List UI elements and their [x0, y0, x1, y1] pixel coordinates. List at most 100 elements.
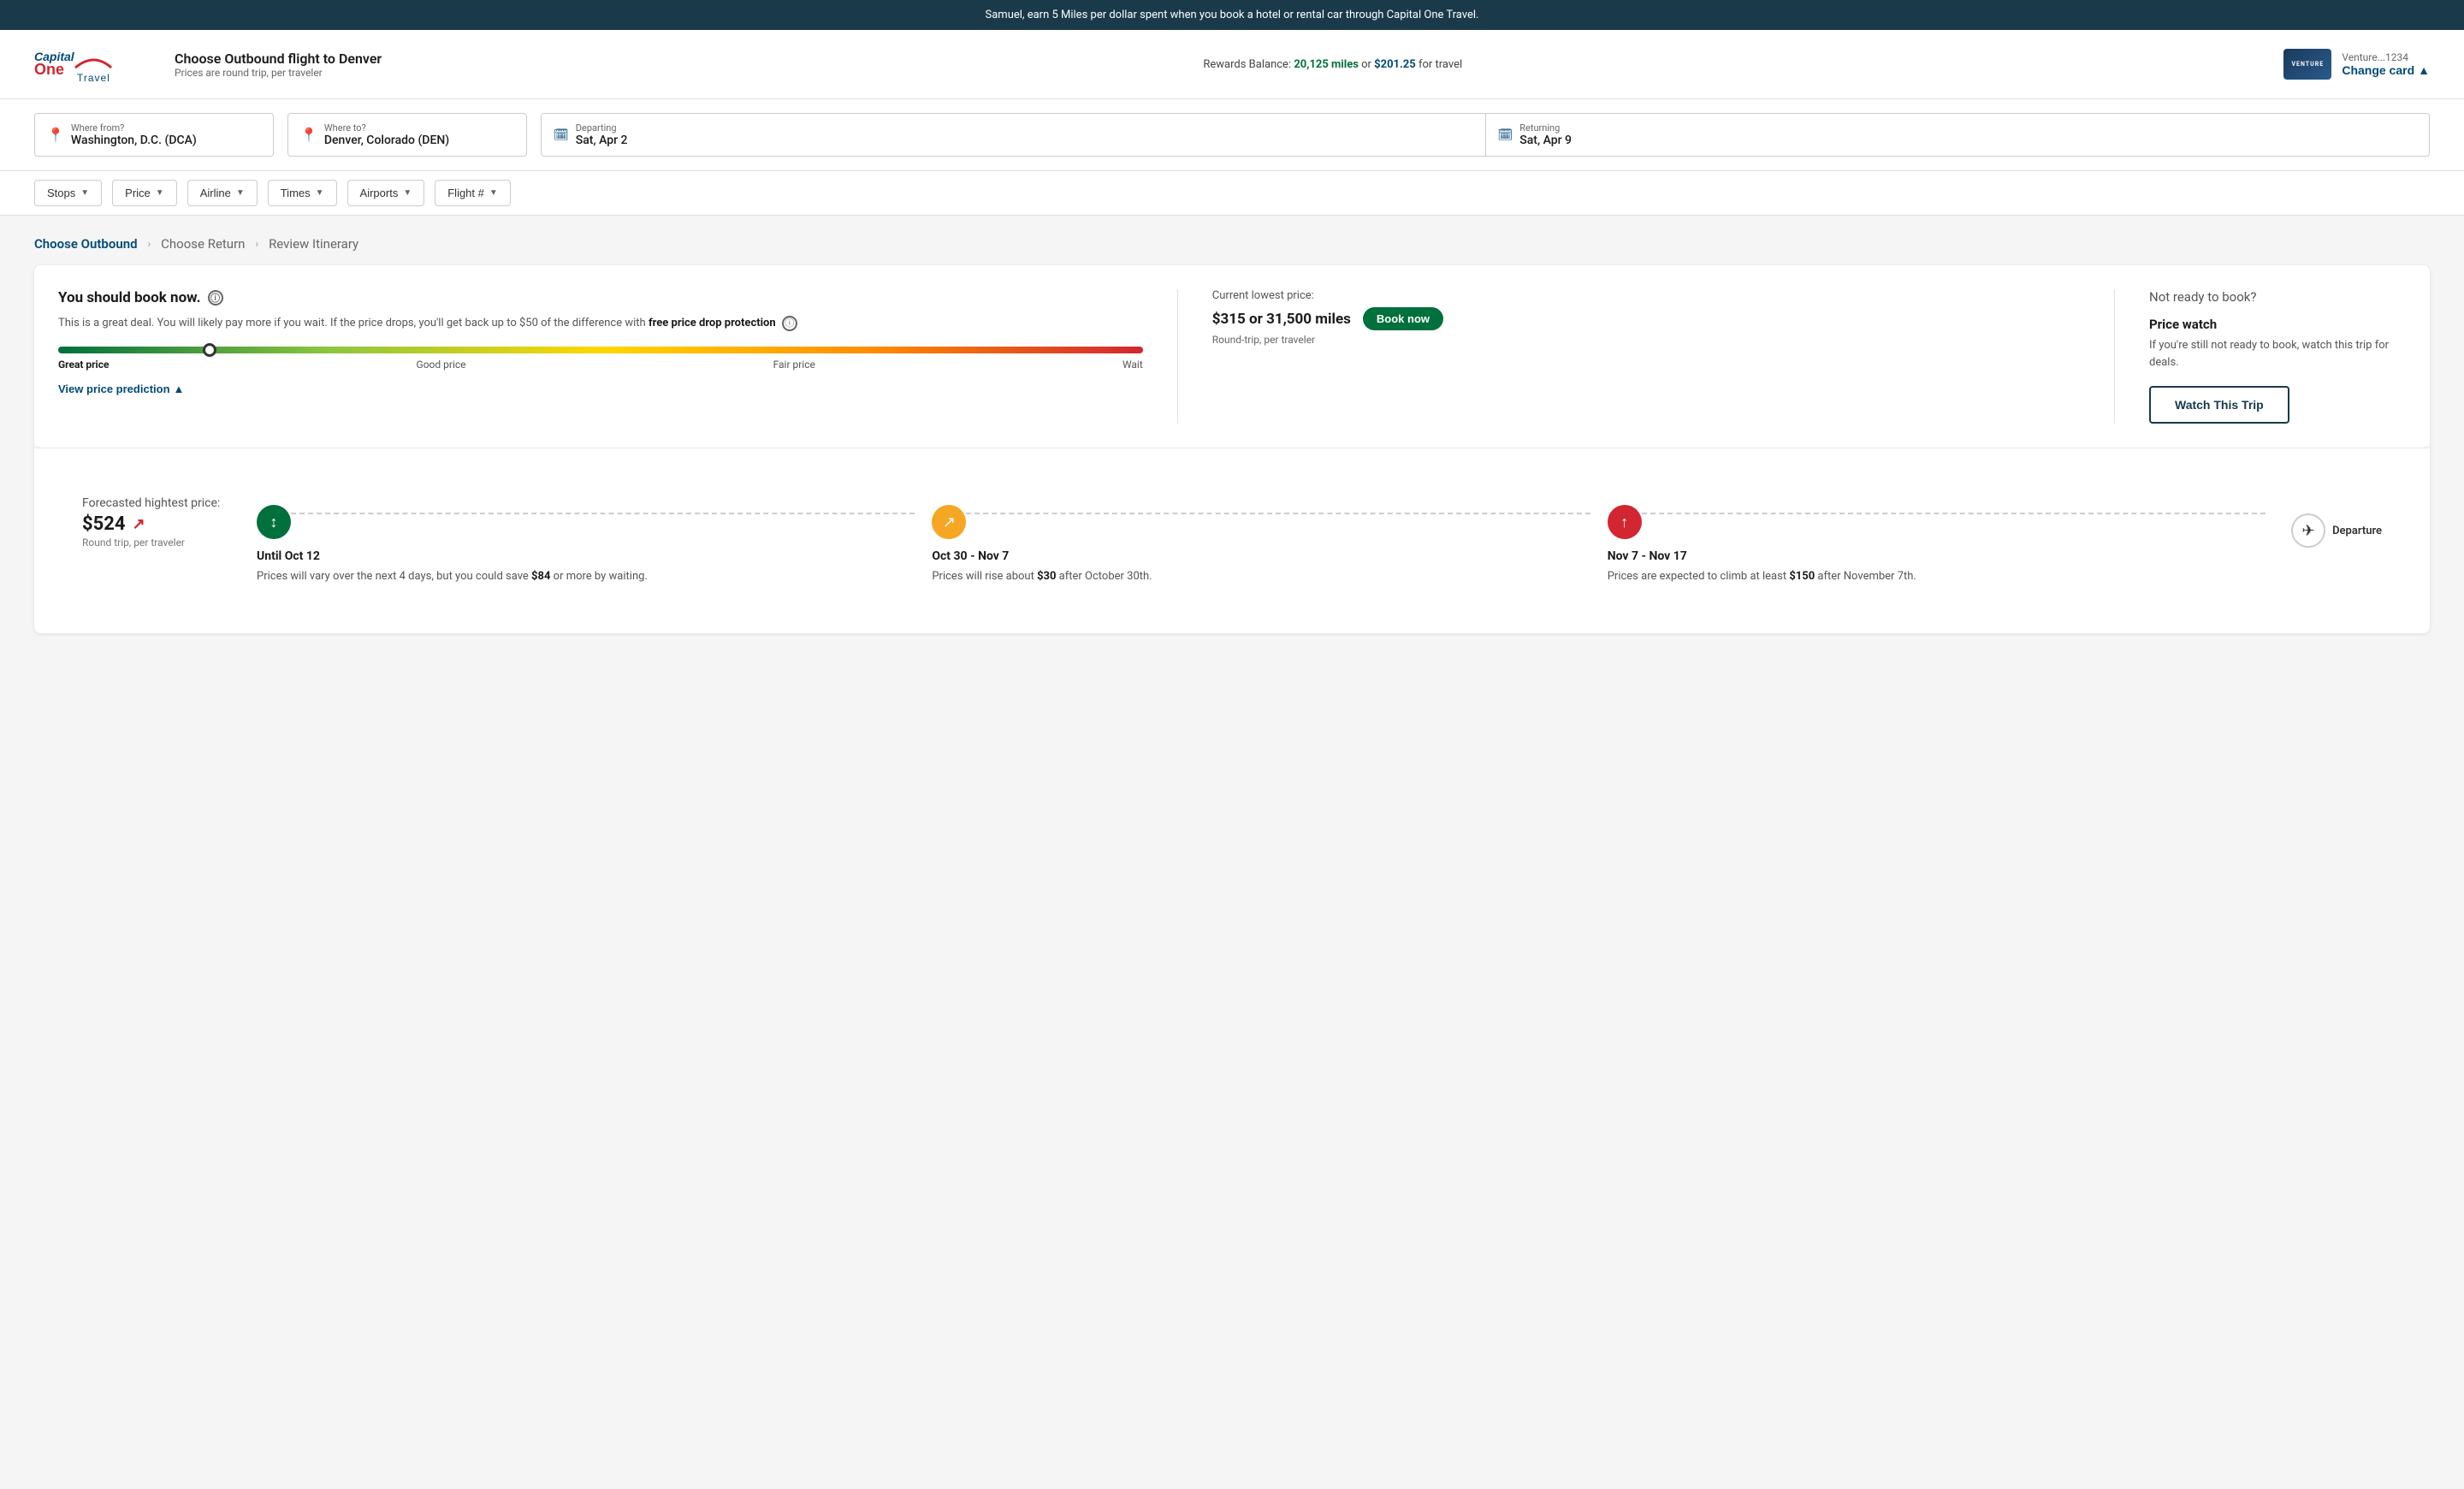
to-value: Denver, Colorado (DEN) — [324, 133, 449, 147]
from-field[interactable]: 📍 Where from? Washington, D.C. (DCA) — [34, 113, 274, 157]
page-subtitle: Prices are round trip, per traveler — [175, 67, 382, 79]
label-great: Great price — [58, 359, 109, 371]
breadcrumb-itinerary[interactable]: Review Itinerary — [269, 236, 358, 252]
round-trip-label: Round-trip, per traveler — [1212, 334, 2080, 346]
airports-filter[interactable]: Airports ▼ — [347, 180, 425, 206]
current-price-section: Current lowest price: $315 or 31,500 mil… — [1178, 289, 2115, 424]
timeline-icon-3: ↑ — [1608, 505, 1642, 539]
capital-one-logo: Capital One Travel — [34, 44, 154, 85]
card-number: Venture...1234 — [2342, 51, 2430, 63]
filter-bar: Stops ▼ Price ▼ Airline ▼ Times ▼ Airpor… — [0, 171, 2464, 216]
departing-label: Departing — [576, 122, 628, 133]
airline-filter[interactable]: Airline ▼ — [187, 180, 258, 206]
book-now-title: You should book now. ⓘ — [58, 289, 1143, 306]
rewards-label: Rewards Balance: — [1203, 58, 1294, 71]
forecast-inner: Forecasted hightest price: $524 ↗ Round … — [58, 472, 2406, 609]
timeline-period-2: Oct 30 - Nov 7 — [932, 549, 1009, 563]
search-bar: 📍 Where from? Washington, D.C. (DCA) 📍 W… — [0, 99, 2464, 171]
book-now-button[interactable]: Book now — [1363, 307, 1443, 330]
rewards-dollars: $201.25 — [1374, 58, 1416, 71]
price-watch-desc: If you're still not ready to book, watch… — [2149, 337, 2406, 371]
returning-field[interactable]: 🗓 Returning Sat, Apr 9 — [1486, 114, 2430, 156]
returning-value: Sat, Apr 9 — [1519, 133, 1572, 147]
chevron-down-icon: ▼ — [156, 188, 164, 198]
view-prediction-button[interactable]: View price prediction ▲ — [58, 383, 184, 395]
logo: Capital One Travel — [34, 44, 154, 85]
timeline-desc-3: Prices are expected to climb at least $1… — [1608, 568, 1916, 585]
forecast-section: Forecasted hightest price: $524 ↗ Round … — [34, 448, 2430, 633]
forecast-left: Forecasted hightest price: $524 ↗ Round … — [82, 496, 236, 549]
calendar-return-icon: 🗓 — [1498, 128, 1513, 142]
gradient-track — [58, 347, 1143, 353]
top-banner: Samuel, earn 5 Miles per dollar spent wh… — [0, 0, 2464, 30]
stops-label: Stops — [47, 187, 75, 199]
flight-number-label: Flight # — [447, 187, 484, 199]
banner-text: Samuel, earn 5 Miles per dollar spent wh… — [986, 9, 1479, 21]
price-gradient-bar: Great price Good price Fair price Wait — [58, 347, 1143, 371]
timeline-item-3: ↑ Nov 7 - Nov 17 Prices are expected to … — [1608, 505, 2283, 585]
chevron-up-icon: ▲ — [174, 383, 185, 395]
up-arrow-icon: ↗ — [133, 515, 145, 533]
chevron-down-icon: ▼ — [489, 188, 498, 198]
timeline-icon-2: ↗ — [932, 505, 966, 539]
airline-label: Airline — [200, 187, 231, 199]
rewards-balance: Rewards Balance: 20,125 miles or $201.25… — [1203, 58, 1462, 71]
book-now-info-icon[interactable]: ⓘ — [208, 290, 223, 306]
returning-label: Returning — [1519, 122, 1572, 133]
watch-trip-button[interactable]: Watch This Trip — [2149, 386, 2289, 424]
stops-filter[interactable]: Stops ▼ — [34, 180, 102, 206]
breadcrumb: Choose Outbound › Choose Return › Review… — [0, 216, 2464, 265]
protection-label: free price drop protection — [649, 317, 776, 329]
departing-field[interactable]: 🗓 Departing Sat, Apr 2 — [542, 114, 1486, 156]
departing-value: Sat, Apr 2 — [576, 133, 628, 147]
protection-info-icon[interactable]: ⓘ — [782, 316, 797, 331]
main-content: You should book now. ⓘ This is a great d… — [0, 265, 2464, 667]
breadcrumb-outbound[interactable]: Choose Outbound — [34, 236, 138, 252]
chevron-down-icon: ▼ — [80, 188, 89, 198]
to-label: Where to? — [324, 122, 449, 133]
airports-label: Airports — [360, 187, 399, 199]
price-description: This is a great deal. You will likely pa… — [58, 315, 1143, 333]
plane-icon: ✈ — [2291, 513, 2325, 548]
header-right: VENTURE Venture...1234 Change card ▲ — [2283, 49, 2430, 80]
current-label: Current lowest price: — [1212, 289, 2080, 302]
svg-text:One: One — [34, 61, 64, 78]
location-icon: 📍 — [47, 127, 64, 143]
price-left: You should book now. ⓘ This is a great d… — [58, 289, 1178, 424]
not-ready-text: Not ready to book? — [2149, 289, 2256, 305]
card-info: Venture...1234 Change card ▲ — [2342, 51, 2430, 77]
timeline-item-1: ↕ Until Oct 12 Prices will vary over the… — [257, 505, 932, 585]
departure-label: Departure — [2332, 525, 2382, 537]
rewards-miles: 20,125 miles — [1294, 58, 1359, 71]
chevron-down-icon: ▼ — [403, 188, 412, 198]
current-price-row: $315 or 31,500 miles Book now — [1212, 307, 2080, 330]
breadcrumb-sep-1: › — [148, 238, 151, 250]
timeline-icon-1: ↕ — [257, 505, 291, 539]
label-good: Good price — [417, 359, 466, 371]
chevron-down-icon: ▼ — [316, 188, 324, 198]
times-filter[interactable]: Times ▼ — [268, 180, 337, 206]
svg-text:Travel: Travel — [77, 72, 110, 84]
breadcrumb-return[interactable]: Choose Return — [161, 236, 245, 252]
price-filter[interactable]: Price ▼ — [112, 180, 177, 206]
label-fair: Fair price — [773, 359, 815, 371]
rewards-or: or — [1361, 58, 1374, 71]
rewards-suffix: for travel — [1419, 58, 1462, 71]
breadcrumb-sep-2: › — [255, 238, 258, 250]
header-left: Capital One Travel Choose Outbound fligh… — [34, 44, 382, 85]
price-watch-title: Price watch — [2149, 317, 2217, 332]
timeline-desc-1: Prices will vary over the next 4 days, b… — [257, 568, 648, 585]
timeline-item-2: ↗ Oct 30 - Nov 7 Prices will rise about … — [932, 505, 1607, 585]
label-wait: Wait — [1122, 359, 1143, 371]
chevron-up-icon: ▲ — [2418, 63, 2430, 77]
price-watch-section: Not ready to book? Price watch If you're… — [2115, 289, 2406, 424]
gradient-labels: Great price Good price Fair price Wait — [58, 359, 1143, 371]
card-image: VENTURE — [2283, 49, 2331, 80]
header: Capital One Travel Choose Outbound fligh… — [0, 30, 2464, 99]
flight-number-filter[interactable]: Flight # ▼ — [435, 180, 511, 206]
date-fields: 🗓 Departing Sat, Apr 2 🗓 Returning Sat, … — [541, 113, 2430, 157]
gradient-indicator — [203, 343, 216, 357]
change-card-button[interactable]: Change card ▲ — [2342, 63, 2430, 77]
to-field[interactable]: 📍 Where to? Denver, Colorado (DEN) — [287, 113, 527, 157]
timeline-period-1: Until Oct 12 — [257, 549, 320, 563]
